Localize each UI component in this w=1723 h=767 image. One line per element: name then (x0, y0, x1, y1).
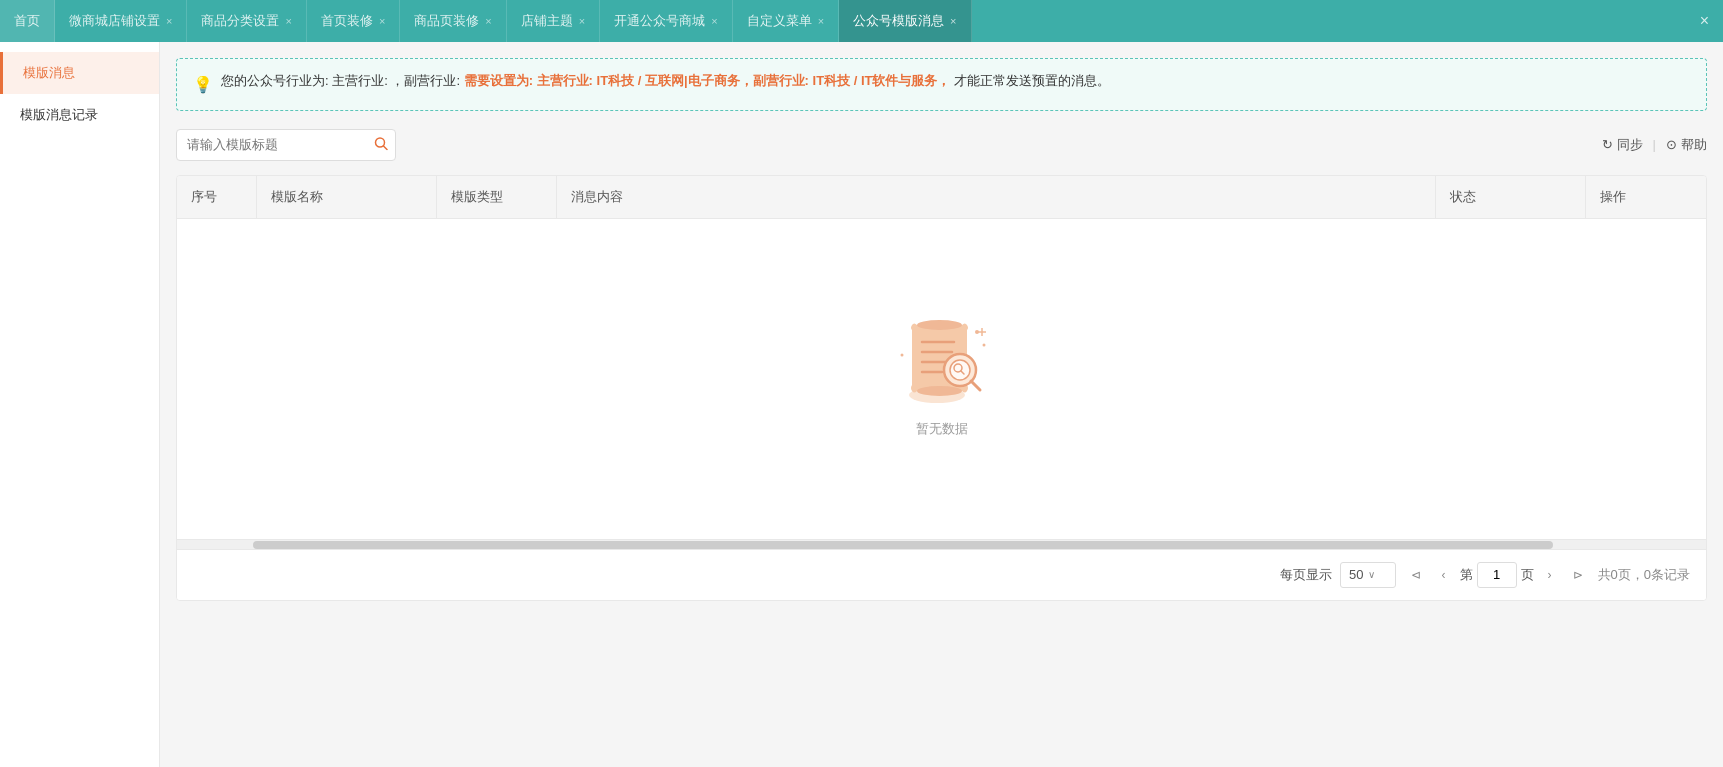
sidebar-item-template-log-label: 模版消息记录 (20, 107, 98, 122)
col-header-index: 序号 (177, 176, 257, 218)
nav-tab-custom-menu-label: 自定义菜单 (747, 12, 812, 30)
col-header-name: 模版名称 (257, 176, 437, 218)
col-header-action: 操作 (1586, 176, 1706, 218)
close-weshop-tab[interactable]: × (166, 15, 172, 27)
nav-tab-homepage-label: 首页装修 (321, 12, 373, 30)
close-homepage-tab[interactable]: × (379, 15, 385, 27)
col-header-status: 状态 (1436, 176, 1586, 218)
nav-tab-category[interactable]: 商品分类设置 × (187, 0, 306, 42)
sidebar-item-template-msg-label: 模版消息 (23, 65, 75, 80)
nav-tab-theme-label: 店铺主题 (521, 12, 573, 30)
page-unit: 页 (1521, 566, 1534, 584)
page-size-select[interactable]: 50 ∨ (1340, 562, 1395, 588)
search-icon[interactable] (374, 136, 388, 153)
help-label: 帮助 (1681, 136, 1707, 154)
table-body-empty: 暂无数据 (177, 219, 1706, 539)
nav-tab-wechat-shop[interactable]: 开通公众号商城 × (600, 0, 732, 42)
pagination: 每页显示 50 ∨ ⊲ ‹ 第 页 › ⊳ 共0页，0条记录 (177, 549, 1706, 600)
svg-point-16 (900, 353, 903, 356)
page-label: 第 (1460, 566, 1473, 584)
search-input-wrap (176, 129, 396, 161)
close-theme-tab[interactable]: × (579, 15, 585, 27)
nav-tab-homepage[interactable]: 首页装修 × (307, 0, 400, 42)
nav-tab-productpage[interactable]: 商品页装修 × (400, 0, 506, 42)
nav-tab-home[interactable]: 首页 (0, 0, 55, 42)
notice-highlight: 需要设置为: 主营行业: IT科技 / 互联网|电子商务，副营行业: IT科技 … (464, 73, 951, 88)
nav-tab-category-label: 商品分类设置 (201, 12, 279, 30)
empty-illustration (882, 300, 1002, 420)
nav-tab-theme[interactable]: 店铺主题 × (507, 0, 600, 42)
sync-label: 同步 (1617, 136, 1643, 154)
svg-point-4 (917, 386, 962, 396)
notice-text-after: 才能正常发送预置的消息。 (954, 73, 1110, 88)
sync-icon: ↻ (1602, 137, 1613, 152)
svg-point-10 (950, 360, 970, 380)
next-page-button[interactable]: › (1538, 563, 1562, 587)
nav-tab-template-msg-label: 公众号模版消息 (853, 12, 944, 30)
close-wechat-shop-tab[interactable]: × (711, 15, 717, 27)
select-arrow-icon: ∨ (1368, 569, 1375, 580)
nav-tab-productpage-label: 商品页装修 (414, 12, 479, 30)
nav-tab-custom-menu[interactable]: 自定义菜单 × (733, 0, 839, 42)
svg-line-1 (384, 146, 388, 150)
close-productpage-tab[interactable]: × (485, 15, 491, 27)
main-layout: 模版消息 模版消息记录 💡 您的公众号行业为: 主营行业: ，副营行业: 需要设… (0, 42, 1723, 767)
total-info: 共0页，0条记录 (1598, 566, 1690, 584)
close-category-tab[interactable]: × (285, 15, 291, 27)
notice-text-before: 您的公众号行业为: 主营行业: ，副营行业: (221, 73, 464, 88)
svg-point-15 (982, 343, 985, 346)
notice-box: 💡 您的公众号行业为: 主营行业: ，副营行业: 需要设置为: 主营行业: IT… (176, 58, 1707, 111)
sync-button[interactable]: ↻ 同步 (1602, 136, 1643, 154)
nav-tab-wechat-shop-label: 开通公众号商城 (614, 12, 705, 30)
toolbar-right: ↻ 同步 | ⊙ 帮助 (1602, 136, 1707, 154)
col-header-type: 模版类型 (437, 176, 557, 218)
svg-line-11 (971, 381, 980, 390)
svg-point-3 (917, 320, 962, 330)
prev-page-button[interactable]: ‹ (1432, 563, 1456, 587)
search-bar: ↻ 同步 | ⊙ 帮助 (176, 129, 1707, 161)
nav-tab-weshop[interactable]: 微商城店铺设置 × (55, 0, 187, 42)
scrollbar-thumb (253, 541, 1553, 549)
horizontal-scrollbar[interactable] (177, 539, 1706, 549)
empty-state-text: 暂无数据 (916, 420, 968, 438)
page-size-label: 每页显示 (1280, 566, 1332, 584)
help-button[interactable]: ⊙ 帮助 (1666, 136, 1707, 154)
nav-tab-weshop-label: 微商城店铺设置 (69, 12, 160, 30)
sidebar-item-template-log[interactable]: 模版消息记录 (0, 94, 159, 136)
nav-tab-template-msg[interactable]: 公众号模版消息 × (839, 0, 971, 42)
close-all-icon: × (1700, 12, 1709, 30)
close-template-msg-tab[interactable]: × (950, 15, 956, 27)
last-page-button[interactable]: ⊳ (1566, 563, 1590, 587)
close-all-tabs-button[interactable]: × (1686, 0, 1723, 42)
notice-text: 您的公众号行业为: 主营行业: ，副营行业: 需要设置为: 主营行业: IT科技… (221, 71, 1110, 92)
table-container: 序号 模版名称 模版类型 消息内容 状态 操作 (176, 175, 1707, 601)
notice-bulb-icon: 💡 (193, 72, 213, 98)
toolbar-divider: | (1653, 137, 1656, 152)
search-input[interactable] (176, 129, 396, 161)
close-custom-menu-tab[interactable]: × (818, 15, 824, 27)
table-header: 序号 模版名称 模版类型 消息内容 状态 操作 (177, 176, 1706, 219)
top-nav: 首页 微商城店铺设置 × 商品分类设置 × 首页装修 × 商品页装修 × 店铺主… (0, 0, 1723, 42)
page-number-input[interactable] (1477, 562, 1517, 588)
help-icon: ⊙ (1666, 137, 1677, 152)
page-size-value: 50 (1349, 567, 1363, 582)
main-content: 💡 您的公众号行业为: 主营行业: ，副营行业: 需要设置为: 主营行业: IT… (160, 42, 1723, 767)
nav-tab-home-label: 首页 (14, 12, 40, 30)
sidebar: 模版消息 模版消息记录 (0, 42, 160, 767)
col-header-content: 消息内容 (557, 176, 1436, 218)
first-page-button[interactable]: ⊲ (1404, 563, 1428, 587)
page-nav: ⊲ ‹ 第 页 › ⊳ (1404, 562, 1590, 588)
sidebar-item-template-msg[interactable]: 模版消息 (0, 52, 159, 94)
